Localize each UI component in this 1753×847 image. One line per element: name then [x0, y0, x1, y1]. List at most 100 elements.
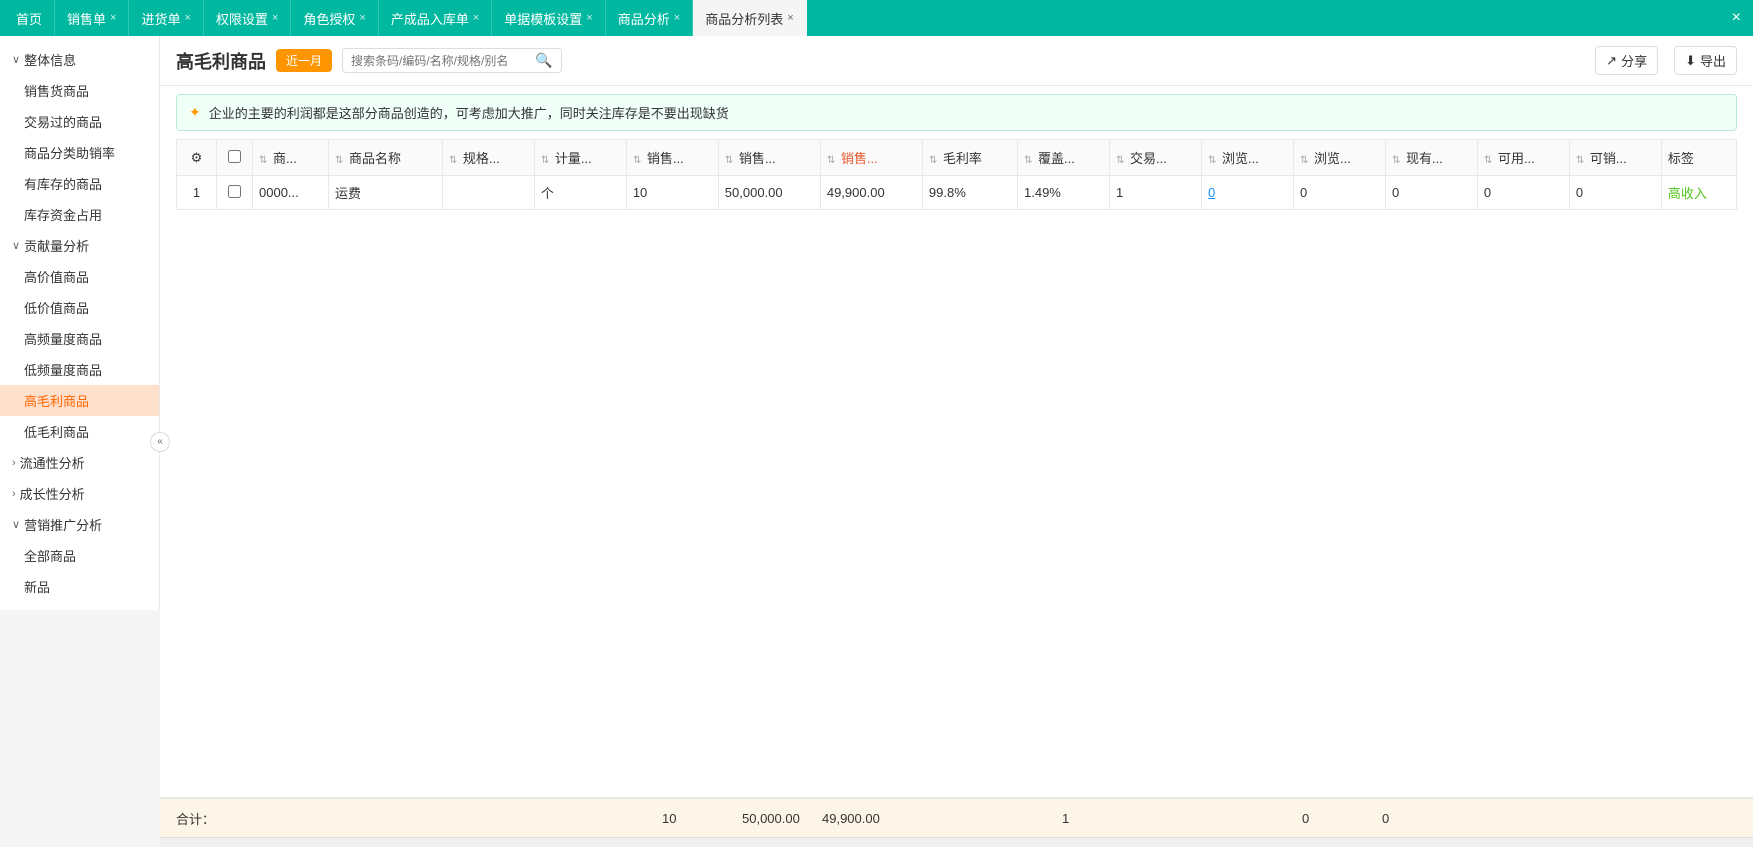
nav-tab-analysis-list[interactable]: 商品分析列表 × — [693, 0, 806, 36]
sidebar-item-new-goods[interactable]: 新品 — [0, 571, 159, 602]
cell-stock-avail: 0 — [1477, 176, 1569, 210]
col-header-code[interactable]: ⇅ 商... — [253, 140, 329, 176]
close-sales-tab[interactable]: × — [110, 12, 116, 24]
select-all-checkbox[interactable] — [228, 150, 241, 163]
col-header-name[interactable]: ⇅ 商品名称 — [329, 140, 443, 176]
nav-tab-sales[interactable]: 销售单 × — [55, 0, 129, 36]
sidebar-item-low-freq[interactable]: 低频量度商品 — [0, 354, 159, 385]
cell-gross-rate: 99.8% — [922, 176, 1017, 210]
close-purchase-tab[interactable]: × — [184, 12, 190, 24]
settings-icon[interactable]: ⚙ — [191, 150, 203, 165]
view1-link[interactable]: 0 — [1208, 185, 1215, 200]
nav-tab-home[interactable]: 首页 — [4, 0, 55, 36]
arrow-down-icon: ∨ — [12, 53, 20, 66]
col-header-gross-rate[interactable]: ⇅ 毛利率 — [922, 140, 1017, 176]
sidebar-item-traded-goods[interactable]: 交易过的商品 — [0, 106, 159, 137]
col-header-sales-cost[interactable]: ⇅ 销售... — [820, 140, 922, 176]
cell-name: 运费 — [329, 176, 443, 210]
tag-label: 高收入 — [1668, 186, 1707, 201]
cell-checkbox — [217, 176, 253, 210]
content-header: 高毛利商品 近一月 🔍 ↗ 分享 ⬇ 导出 — [160, 36, 1753, 86]
col-header-view2[interactable]: ⇅ 浏览... — [1293, 140, 1385, 176]
sidebar-item-in-stock[interactable]: 有库存的商品 — [0, 168, 159, 199]
sidebar-item-low-margin[interactable]: 低毛利商品 — [0, 416, 159, 447]
nav-tab-purchase[interactable]: 进货单 × — [129, 0, 203, 36]
cell-stock-cur: 0 — [1385, 176, 1477, 210]
export-icon: ⬇ — [1685, 53, 1696, 69]
cell-view1: 0 — [1201, 176, 1293, 210]
sidebar-item-high-freq[interactable]: 高频量度商品 — [0, 323, 159, 354]
share-button[interactable]: ↗ 分享 — [1595, 46, 1658, 75]
col-header-trade[interactable]: ⇅ 交易... — [1109, 140, 1201, 176]
close-analysis-tab[interactable]: × — [674, 12, 680, 24]
arrow-right-icon: › — [12, 457, 16, 469]
col-header-sales-qty[interactable]: ⇅ 销售... — [626, 140, 718, 176]
cell-view2: 0 — [1293, 176, 1385, 210]
sidebar-item-all-goods[interactable]: 全部商品 — [0, 540, 159, 571]
col-header-view1[interactable]: ⇅ 浏览... — [1201, 140, 1293, 176]
footer-label: 合计： — [176, 809, 256, 828]
close-permissions-tab[interactable]: × — [272, 12, 278, 24]
search-icon[interactable]: 🔍 — [535, 52, 552, 69]
cell-sales-cost: 49,900.00 — [820, 176, 922, 210]
sort-icon-6: ⇅ — [725, 155, 733, 166]
col-header-num: ⚙ — [177, 140, 217, 176]
cell-tag: 高收入 — [1661, 176, 1736, 210]
sidebar-item-high-margin[interactable]: 高毛利商品 — [0, 385, 159, 416]
filter-button[interactable]: 近一月 — [276, 49, 332, 72]
sort-icon-8: ⇅ — [929, 155, 937, 166]
sort-icon-12: ⇅ — [1300, 155, 1308, 166]
col-header-sales-amount[interactable]: ⇅ 销售... — [718, 140, 820, 176]
col-header-tag[interactable]: 标签 — [1661, 140, 1736, 176]
sidebar-item-category-rate[interactable]: 商品分类助销率 — [0, 137, 159, 168]
sidebar-item-low-value[interactable]: 低价值商品 — [0, 292, 159, 323]
cell-stock-sale: 0 — [1569, 176, 1661, 210]
close-analysis-list-tab[interactable]: × — [787, 12, 793, 24]
window-close-button[interactable]: × — [1720, 0, 1753, 36]
alert-icon: ✦ — [189, 104, 201, 121]
sidebar-item-high-value[interactable]: 高价值商品 — [0, 261, 159, 292]
nav-tab-permissions[interactable]: 权限设置 × — [204, 0, 291, 36]
sidebar-group-liquidity[interactable]: › 流通性分析 — [0, 447, 159, 478]
col-header-unit[interactable]: ⇅ 计量... — [534, 140, 626, 176]
sidebar-item-sales-goods[interactable]: 销售货商品 — [0, 75, 159, 106]
nav-tab-analysis[interactable]: 商品分析 × — [606, 0, 693, 36]
cell-sales-amount: 50,000.00 — [718, 176, 820, 210]
sort-icon-14: ⇅ — [1484, 155, 1492, 166]
sort-icon-3: ⇅ — [449, 155, 457, 166]
cell-trade: 1 — [1109, 176, 1201, 210]
close-template-tab[interactable]: × — [586, 12, 592, 24]
share-icon: ↗ — [1606, 53, 1617, 69]
arrow-right-icon-2: › — [12, 488, 16, 500]
sidebar-group-growth[interactable]: › 成长性分析 — [0, 478, 159, 509]
search-input[interactable] — [351, 54, 531, 68]
table-row: 1 0000... 运费 — [177, 176, 1737, 210]
export-button[interactable]: ⬇ 导出 — [1674, 46, 1737, 75]
cell-coverage: 1.49% — [1018, 176, 1110, 210]
row-checkbox[interactable] — [228, 185, 241, 198]
col-header-coverage[interactable]: ⇅ 覆盖... — [1018, 140, 1110, 176]
nav-tab-inventory[interactable]: 产成品入库单 × — [379, 0, 492, 36]
horizontal-scrollbar[interactable] — [160, 837, 1753, 847]
footer-sales-qty: 10 — [656, 811, 736, 826]
sidebar-group-marketing[interactable]: ∨ 营销推广分析 — [0, 509, 159, 540]
col-header-stock-cur[interactable]: ⇅ 现有... — [1385, 140, 1477, 176]
sidebar-group-contribution[interactable]: ∨ 贡献量分析 — [0, 230, 159, 261]
col-header-spec[interactable]: ⇅ 规格... — [442, 140, 534, 176]
sort-icon-9: ⇅ — [1024, 155, 1032, 166]
top-navigation: 首页 销售单 × 进货单 × 权限设置 × 角色授权 × 产成品入库单 × 单据… — [0, 0, 1753, 36]
close-roles-tab[interactable]: × — [359, 12, 365, 24]
footer-sales-cost: 49,900.00 — [816, 811, 896, 826]
col-header-stock-avail[interactable]: ⇅ 可用... — [1477, 140, 1569, 176]
nav-tab-template[interactable]: 单据模板设置 × — [492, 0, 605, 36]
sort-icon-15: ⇅ — [1576, 155, 1584, 166]
arrow-down-icon-3: ∨ — [12, 518, 20, 531]
sidebar-item-stock-funds[interactable]: 库存资金占用 — [0, 199, 159, 230]
sidebar-collapse-button[interactable]: « — [150, 432, 170, 452]
sort-icon-7: ⇅ — [827, 155, 835, 166]
content-area: 高毛利商品 近一月 🔍 ↗ 分享 ⬇ 导出 ✦ 企业的主要的利润都是这部分商品创… — [160, 36, 1753, 847]
col-header-stock-sale[interactable]: ⇅ 可销... — [1569, 140, 1661, 176]
sidebar-group-overall[interactable]: ∨ 整体信息 — [0, 44, 159, 75]
close-inventory-tab[interactable]: × — [473, 12, 479, 24]
nav-tab-roles[interactable]: 角色授权 × — [291, 0, 378, 36]
